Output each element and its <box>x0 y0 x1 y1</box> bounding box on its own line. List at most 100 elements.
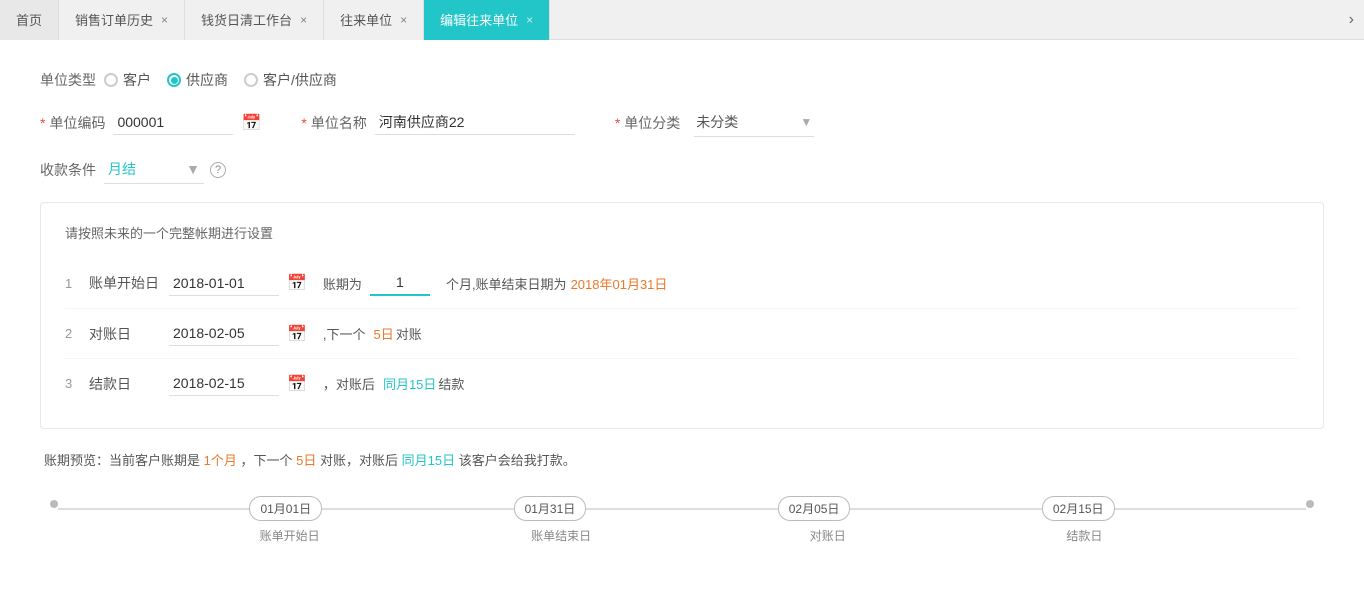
preview-highlight1: 1个月 <box>204 453 237 468</box>
radio-cs-circle <box>244 73 258 87</box>
unit-code-input[interactable] <box>113 110 233 135</box>
tab-cash-close[interactable]: × <box>300 13 307 27</box>
payment-terms-arrow: ▼ <box>186 161 200 177</box>
tab-partner-label: 往来单位 <box>340 10 392 29</box>
row-1-suffix-mid: 个月,账单结束日期为 <box>446 274 567 293</box>
unit-name-label: 单位名称 <box>311 113 367 133</box>
radio-customer-circle <box>104 73 118 87</box>
row-2-label: 对账日 <box>89 324 169 344</box>
unit-name-star: * <box>301 115 306 131</box>
preview-section: 账期预览：当前客户账期是 1个月 ，下一个 5日 对账，对账后 同月15日 该客… <box>40 449 1324 472</box>
tab-edit-partner[interactable]: 编辑往来单位 × <box>424 0 550 40</box>
tab-more-button[interactable]: › <box>1339 11 1364 29</box>
tl-end-dot <box>1306 500 1314 508</box>
unit-info-row: * 单位编码 📅 * 单位名称 * 单位分类 未分类 ▼ <box>40 108 1324 137</box>
unit-category-arrow: ▼ <box>800 115 812 129</box>
tl-line-2 <box>322 508 513 510</box>
tab-partner-close[interactable]: × <box>400 13 407 27</box>
radio-customer[interactable]: 客户 <box>104 70 151 90</box>
tl-label-1: 账单开始日 <box>250 527 330 544</box>
row-2-highlight: 5日 <box>374 324 394 343</box>
preview-pre: 账期预览：当前客户账期是 <box>44 453 200 468</box>
tab-home[interactable]: 首页 <box>0 0 59 40</box>
tab-edit-close[interactable]: × <box>526 13 533 27</box>
row-1-cal[interactable]: 📅 <box>287 273 307 293</box>
radio-group: 客户 供应商 客户/供应商 <box>104 70 337 90</box>
row-3-label: 结款日 <box>89 374 169 394</box>
radio-customer-label: 客户 <box>123 70 151 90</box>
row-1-date[interactable] <box>169 271 279 296</box>
tl-badge-1: 01月01日 <box>249 496 322 521</box>
preview-highlight2: 5日 <box>296 453 316 468</box>
tl-label-4: 结款日 <box>1054 527 1114 544</box>
unit-cat-star: * <box>615 115 620 131</box>
row-1-suffix-pre: 账期为 <box>323 274 362 293</box>
unit-cat-label: 单位分类 <box>624 113 680 133</box>
row-3-suffix-post: 结款 <box>438 374 464 393</box>
tab-sales-close[interactable]: × <box>161 13 168 27</box>
tab-edit-label: 编辑往来单位 <box>440 10 518 29</box>
tab-cash-label: 钱货日清工作台 <box>201 10 292 29</box>
unit-code-label: 单位编码 <box>49 113 105 133</box>
unit-code-star: * <box>40 115 45 131</box>
tab-sales-label: 销售订单历史 <box>75 10 153 29</box>
tl-start-dot <box>50 500 58 508</box>
preview-mid2: 对账，对账后 <box>320 453 398 468</box>
period-section: 请按照未来的一个完整帐期进行设置 1 账单开始日 📅 账期为 个月,账单结束日期… <box>40 202 1324 429</box>
row-2-date[interactable] <box>169 321 279 346</box>
radio-supplier-circle <box>167 73 181 87</box>
tl-badge-3: 02月05日 <box>778 496 851 521</box>
unit-code-icon[interactable]: 📅 <box>241 113 261 133</box>
tab-bar: 首页 销售订单历史 × 钱货日清工作台 × 往来单位 × 编辑往来单位 × › <box>0 0 1364 40</box>
radio-supplier[interactable]: 供应商 <box>167 70 228 90</box>
payment-terms-value: 月结 <box>108 159 180 179</box>
row-1-label: 账单开始日 <box>89 273 169 293</box>
section-description: 请按照未来的一个完整帐期进行设置 <box>65 223 1299 242</box>
unit-code-field: 📅 <box>113 110 261 135</box>
tl-point-3: 02月05日 <box>778 496 851 521</box>
tl-badge-4: 02月15日 <box>1042 496 1115 521</box>
unit-type-label: 单位类型 <box>40 70 96 90</box>
payment-terms-select[interactable]: 月结 ▼ <box>104 155 204 184</box>
main-content: 单位类型 客户 供应商 客户/供应商 * 单位编码 📅 * 单位名称 * <box>0 40 1364 608</box>
preview-post: 该客户会给我打款。 <box>459 453 576 468</box>
unit-type-row: 单位类型 客户 供应商 客户/供应商 <box>40 70 1324 90</box>
tl-point-2: 01月31日 <box>514 496 587 521</box>
tab-partner-units[interactable]: 往来单位 × <box>324 0 424 40</box>
row-3-highlight: 同月15日 <box>383 374 436 393</box>
row-3-cal[interactable]: 📅 <box>287 374 307 394</box>
row-2-suffix-pre: ,下一个 <box>323 324 366 343</box>
preview-mid1: ，下一个 <box>241 453 293 468</box>
radio-customer-supplier[interactable]: 客户/供应商 <box>244 70 337 90</box>
row-2-cal[interactable]: 📅 <box>287 324 307 344</box>
tl-badge-2: 01月31日 <box>514 496 587 521</box>
tab-cash-work[interactable]: 钱货日清工作台 × <box>185 0 324 40</box>
period-months-input[interactable] <box>370 270 430 296</box>
row-3-num: 3 <box>65 376 89 391</box>
tl-point-4: 02月15日 <box>1042 496 1115 521</box>
help-icon[interactable]: ? <box>210 162 226 178</box>
row-2-num: 2 <box>65 326 89 341</box>
radio-supplier-label: 供应商 <box>186 70 228 90</box>
row-1-end-date: 2018年01月31日 <box>571 274 668 293</box>
timeline-section: 01月01日 01月31日 02月05日 02月15日 <box>40 496 1324 544</box>
payment-terms-row: 收款条件 月结 ▼ ? <box>40 155 1324 184</box>
tl-label-3: 对账日 <box>793 527 863 544</box>
period-row-1: 1 账单开始日 📅 账期为 个月,账单结束日期为 2018年01月31日 <box>65 258 1299 309</box>
period-row-2: 2 对账日 📅 ,下一个 5日 对账 <box>65 309 1299 359</box>
period-row-3: 3 结款日 📅 ，对账后 同月15日 结款 <box>65 359 1299 408</box>
row-3-suffix-pre: ，对账后 <box>323 374 375 393</box>
unit-name-input[interactable] <box>375 110 575 135</box>
tl-line-5 <box>1115 508 1306 510</box>
radio-cs-label: 客户/供应商 <box>263 70 337 90</box>
tl-line-4 <box>850 508 1041 510</box>
tab-sales-order[interactable]: 销售订单历史 × <box>59 0 185 40</box>
tl-line-1 <box>58 508 249 510</box>
preview-highlight3: 同月15日 <box>402 453 455 468</box>
row-1-num: 1 <box>65 276 89 291</box>
row-2-suffix-post: 对账 <box>396 324 422 343</box>
tab-home-label: 首页 <box>16 10 42 29</box>
unit-category-select[interactable]: 未分类 ▼ <box>694 108 814 137</box>
row-3-date[interactable] <box>169 371 279 396</box>
unit-category-value: 未分类 <box>696 112 794 132</box>
